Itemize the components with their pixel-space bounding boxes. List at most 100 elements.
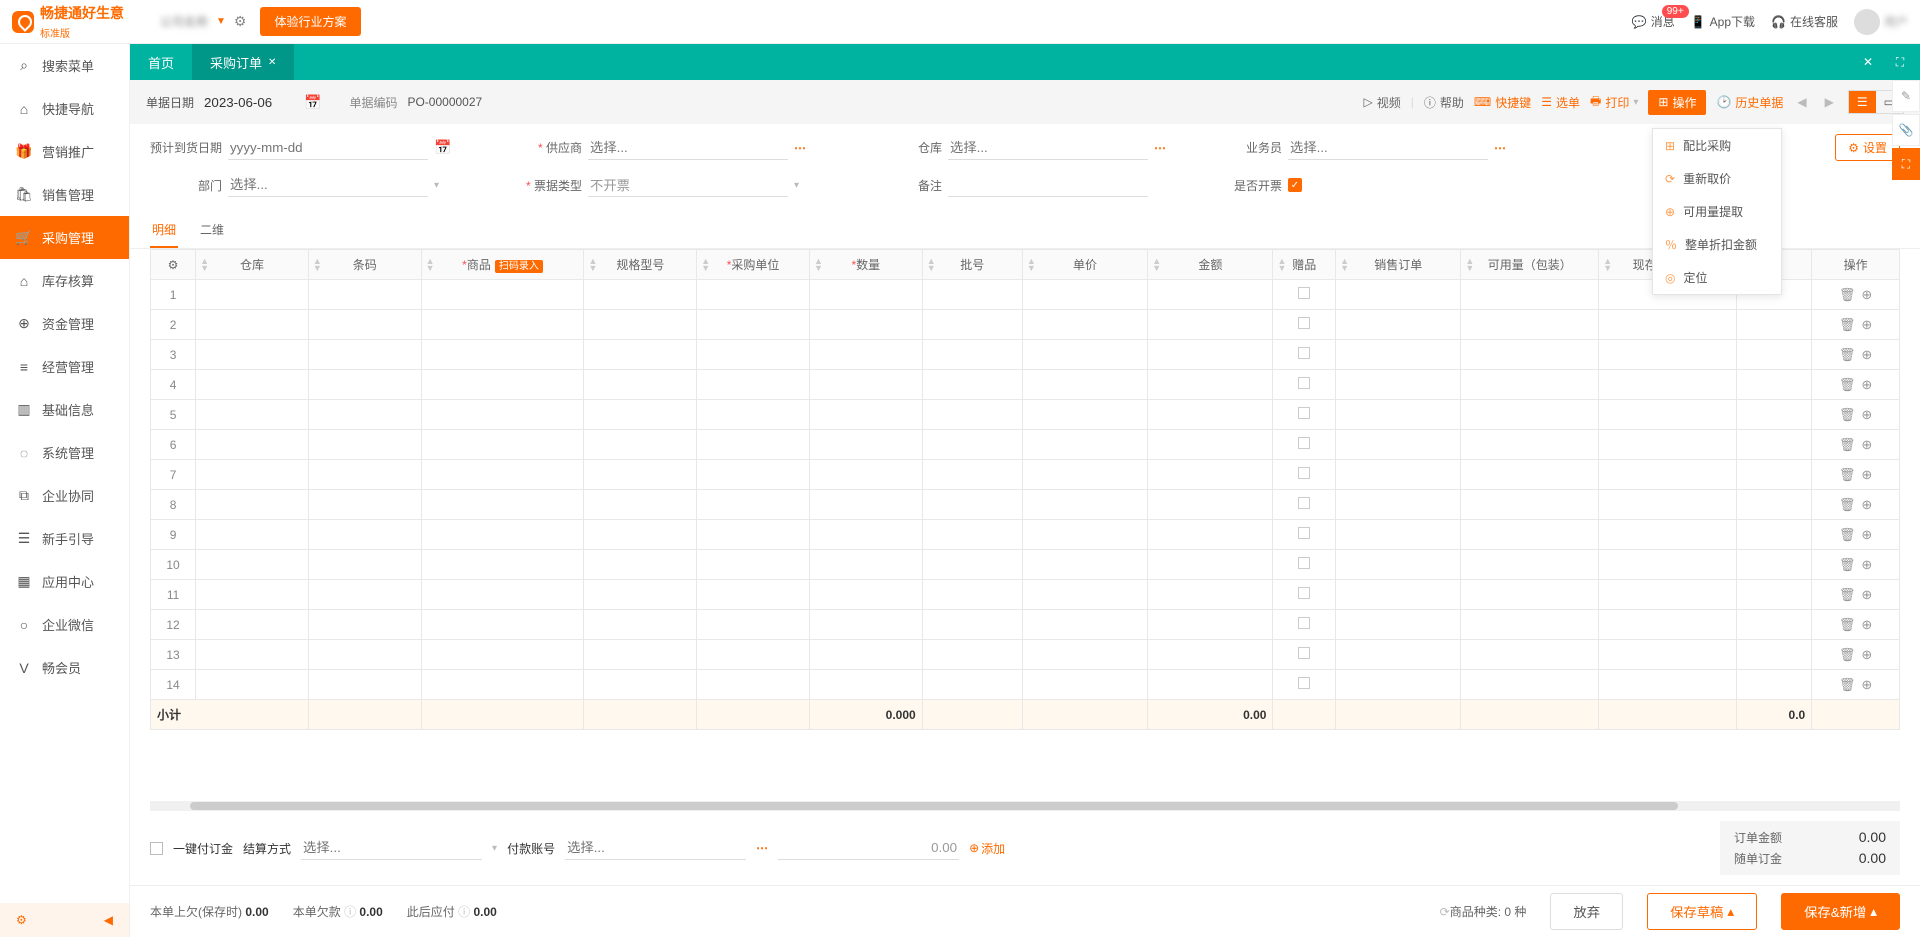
settings-icon[interactable]: ⚙ bbox=[16, 913, 27, 927]
col-spec[interactable]: ▲▼规格型号 bbox=[584, 250, 697, 280]
cell[interactable] bbox=[1599, 400, 1737, 430]
cell[interactable] bbox=[697, 610, 810, 640]
cell[interactable] bbox=[1461, 340, 1599, 370]
cell[interactable] bbox=[308, 340, 421, 370]
col-order[interactable]: ▲▼销售订单 bbox=[1336, 250, 1461, 280]
cell[interactable] bbox=[1737, 640, 1812, 670]
sidebar-item[interactable]: ▥基础信息 bbox=[0, 388, 129, 431]
info-icon[interactable]: ⓘ bbox=[458, 905, 470, 919]
checkbox[interactable] bbox=[1298, 287, 1310, 299]
cell[interactable] bbox=[1599, 640, 1737, 670]
pay-amount-input[interactable] bbox=[778, 836, 959, 860]
cell[interactable] bbox=[922, 430, 1022, 460]
cell[interactable] bbox=[1022, 580, 1147, 610]
cell[interactable] bbox=[1148, 490, 1273, 520]
cell[interactable] bbox=[421, 460, 584, 490]
cell[interactable] bbox=[421, 310, 584, 340]
checkbox[interactable] bbox=[1298, 467, 1310, 479]
cell[interactable] bbox=[1599, 580, 1737, 610]
col-product[interactable]: ▲▼*商品扫码录入 bbox=[421, 250, 584, 280]
table-row[interactable]: 9🗑⊕ bbox=[151, 520, 1900, 550]
cell[interactable] bbox=[1599, 460, 1737, 490]
cell[interactable] bbox=[809, 640, 922, 670]
gift-cell[interactable] bbox=[1273, 520, 1336, 550]
cell[interactable] bbox=[697, 670, 810, 700]
cell[interactable] bbox=[922, 400, 1022, 430]
gift-cell[interactable] bbox=[1273, 580, 1336, 610]
sidebar-item[interactable]: ◌系统管理 bbox=[0, 431, 129, 474]
more-icon[interactable]: ⋯ bbox=[1494, 141, 1506, 155]
cell[interactable] bbox=[196, 400, 309, 430]
table-row[interactable]: 11🗑⊕ bbox=[151, 580, 1900, 610]
cell[interactable] bbox=[1022, 490, 1147, 520]
refresh-icon[interactable]: ⟳ bbox=[1440, 905, 1450, 919]
add-row-icon[interactable]: ⊕ bbox=[1858, 647, 1875, 662]
table-row[interactable]: 10🗑⊕ bbox=[151, 550, 1900, 580]
table-row[interactable]: 8🗑⊕ bbox=[151, 490, 1900, 520]
fullscreen-icon[interactable]: ⛶ bbox=[1886, 48, 1914, 76]
cell[interactable] bbox=[1336, 610, 1461, 640]
checkbox[interactable] bbox=[1298, 557, 1310, 569]
cell[interactable] bbox=[196, 550, 309, 580]
delete-icon[interactable]: 🗑 bbox=[1836, 497, 1859, 512]
method-input[interactable] bbox=[301, 836, 482, 860]
cell[interactable] bbox=[196, 610, 309, 640]
cell[interactable] bbox=[1148, 400, 1273, 430]
cell[interactable] bbox=[1336, 370, 1461, 400]
add-row-icon[interactable]: ⊕ bbox=[1858, 347, 1875, 362]
delete-icon[interactable]: 🗑 bbox=[1836, 557, 1859, 572]
cell[interactable] bbox=[809, 430, 922, 460]
checkbox[interactable] bbox=[1298, 317, 1310, 329]
gift-cell[interactable] bbox=[1273, 340, 1336, 370]
delete-icon[interactable]: 🗑 bbox=[1836, 287, 1859, 302]
oneclick-checkbox[interactable] bbox=[150, 842, 163, 855]
cell[interactable] bbox=[1461, 430, 1599, 460]
add-row-icon[interactable]: ⊕ bbox=[1858, 497, 1875, 512]
add-row-icon[interactable]: ⊕ bbox=[1858, 437, 1875, 452]
col-amount[interactable]: ▲▼金额 bbox=[1148, 250, 1273, 280]
online-service-link[interactable]: 🎧 在线客服 bbox=[1771, 13, 1838, 30]
more-icon[interactable]: ⋯ bbox=[1154, 141, 1166, 155]
col-gear[interactable]: ⚙ bbox=[151, 250, 196, 280]
expect-date-input[interactable] bbox=[228, 136, 428, 160]
sidebar-item[interactable]: V畅会员 bbox=[0, 646, 129, 689]
settings-button[interactable]: ⚙设置 bbox=[1835, 134, 1900, 161]
cell[interactable] bbox=[1336, 430, 1461, 460]
delete-icon[interactable]: 🗑 bbox=[1836, 407, 1859, 422]
cell[interactable] bbox=[584, 550, 697, 580]
cell[interactable] bbox=[421, 520, 584, 550]
delete-icon[interactable]: 🗑 bbox=[1836, 617, 1859, 632]
cell[interactable] bbox=[697, 340, 810, 370]
col-qty[interactable]: ▲▼*数量 bbox=[809, 250, 922, 280]
cell[interactable] bbox=[1737, 460, 1812, 490]
video-link[interactable]: ▷视频 bbox=[1363, 94, 1400, 111]
cell[interactable] bbox=[1599, 340, 1737, 370]
supplier-input[interactable] bbox=[588, 136, 788, 160]
cell[interactable] bbox=[584, 490, 697, 520]
cell[interactable] bbox=[697, 310, 810, 340]
checkbox[interactable] bbox=[1298, 437, 1310, 449]
op-menu-item[interactable]: ⟳重新取价 bbox=[1653, 162, 1781, 195]
cell[interactable] bbox=[809, 370, 922, 400]
cell[interactable] bbox=[1461, 310, 1599, 340]
cell[interactable] bbox=[697, 430, 810, 460]
checkbox[interactable] bbox=[1298, 647, 1310, 659]
cell[interactable] bbox=[584, 580, 697, 610]
cell[interactable] bbox=[584, 280, 697, 310]
cell[interactable] bbox=[1022, 640, 1147, 670]
cell[interactable] bbox=[1737, 340, 1812, 370]
cell[interactable] bbox=[809, 280, 922, 310]
cell[interactable] bbox=[809, 310, 922, 340]
cell[interactable] bbox=[697, 400, 810, 430]
cell[interactable] bbox=[421, 340, 584, 370]
checkbox[interactable] bbox=[1298, 347, 1310, 359]
checkbox[interactable] bbox=[1298, 617, 1310, 629]
cell[interactable] bbox=[922, 340, 1022, 370]
op-menu-item[interactable]: ％整单折扣金额 bbox=[1653, 228, 1781, 261]
cell[interactable] bbox=[1148, 430, 1273, 460]
dept-input[interactable] bbox=[228, 173, 428, 197]
cell[interactable] bbox=[1148, 550, 1273, 580]
cell[interactable] bbox=[1022, 280, 1147, 310]
cell[interactable] bbox=[922, 460, 1022, 490]
cell[interactable] bbox=[421, 490, 584, 520]
